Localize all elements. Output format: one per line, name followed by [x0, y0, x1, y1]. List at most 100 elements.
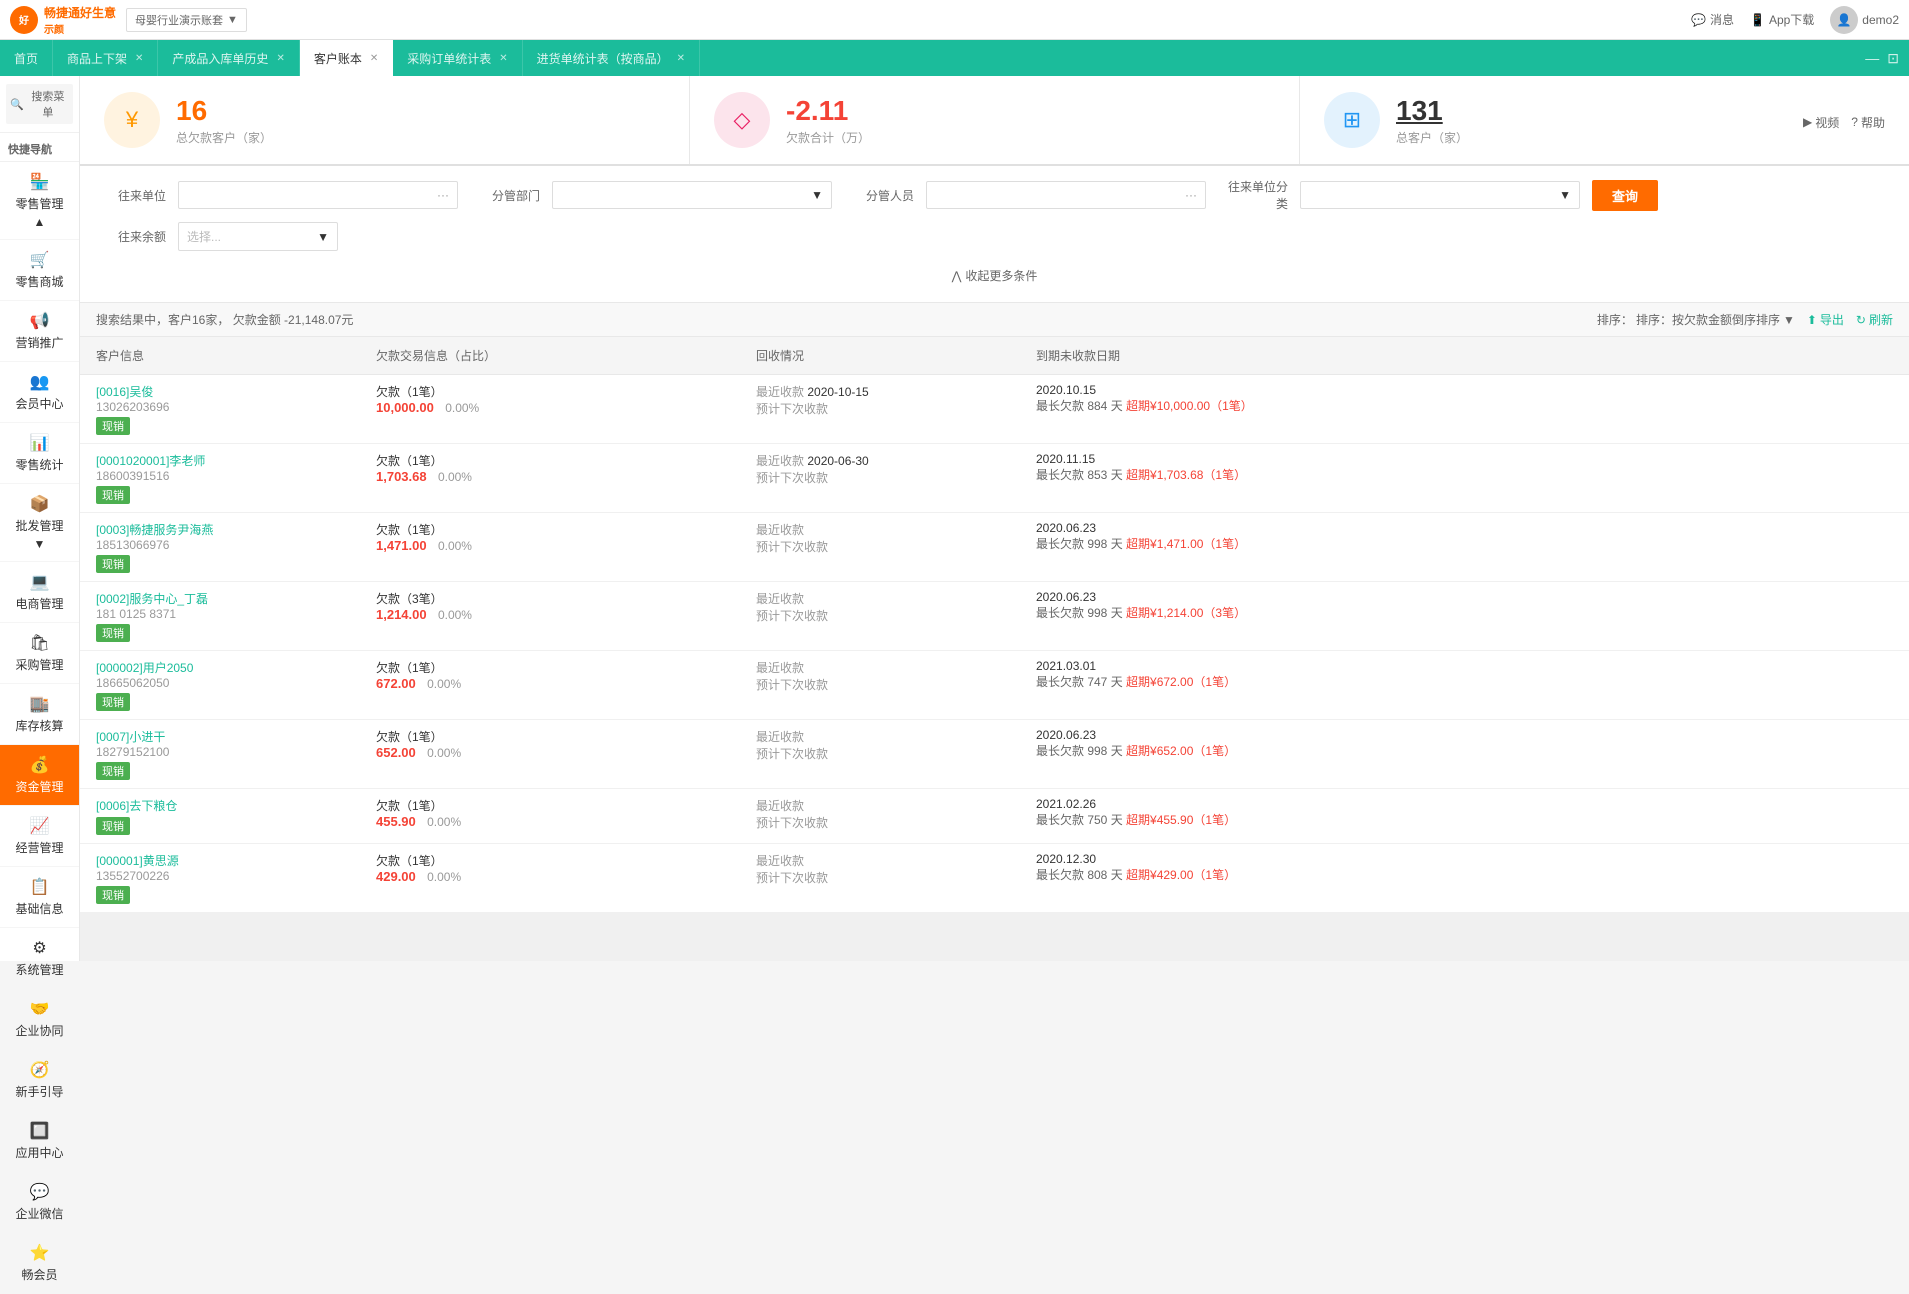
sidebar-item-retail-mall[interactable]: 🛒 零售商城: [0, 240, 79, 301]
sidebar-item-capital[interactable]: 💰 资金管理: [0, 745, 79, 806]
customer-code[interactable]: [0016]吴俊: [96, 383, 344, 400]
debt-amount[interactable]: 1,471.00: [376, 538, 427, 553]
tab-minimize-icon[interactable]: —: [1865, 50, 1879, 66]
debt-amount[interactable]: 10,000.00: [376, 400, 434, 415]
filter-row-2: 往来余额 选择... ▼: [96, 222, 1893, 251]
refresh-btn[interactable]: ↻ 刷新: [1856, 311, 1893, 328]
account-selector[interactable]: 母婴行业演示账套 ▼: [126, 8, 247, 32]
sidebar-item-basic-info[interactable]: 📋 基础信息: [0, 867, 79, 928]
export-btn[interactable]: ⬆ 导出: [1807, 311, 1844, 328]
search-button[interactable]: 查询: [1592, 180, 1658, 211]
overdue-amount[interactable]: 超期¥1,703.68（1笔）: [1126, 468, 1246, 482]
overdue-amount[interactable]: 超期¥1,471.00（1笔）: [1126, 537, 1246, 551]
supplier-input[interactable]: ···: [178, 181, 458, 209]
customer-code[interactable]: [0007]小进干: [96, 728, 344, 745]
tab-close-purchase[interactable]: ✕: [499, 53, 507, 64]
system-icon: ⚙: [32, 938, 46, 958]
due-date: 2020.12.30: [1036, 852, 1893, 866]
debt-amount[interactable]: 1,703.68: [376, 469, 427, 484]
debt-amount[interactable]: 652.00: [376, 745, 416, 760]
help-btn[interactable]: ? 帮助: [1851, 114, 1885, 131]
tab-production-history[interactable]: 产成品入库单历史 ✕: [158, 40, 299, 76]
customer-tag: 现销: [96, 486, 130, 504]
capital-icon: 💰: [30, 755, 50, 775]
debt-count: 欠款（1笔）: [376, 521, 724, 538]
sidebar-item-app-center[interactable]: 🔲 应用中心: [0, 1111, 79, 1172]
debt-amount-label: 欠款合计（万）: [786, 129, 870, 146]
recovery-cell: 最近收款 预计下次收款: [740, 844, 1020, 913]
due-date: 2020.06.23: [1036, 521, 1893, 535]
sidebar-item-system[interactable]: ⚙ 系统管理: [0, 928, 79, 989]
sidebar-item-vip[interactable]: ⭐ 畅会员: [0, 1233, 79, 1294]
sidebar-item-collab[interactable]: 🤝 企业协同: [0, 989, 79, 1050]
sidebar-item-retail-mgmt[interactable]: 🏪 零售管理 ▲: [0, 162, 79, 240]
due-date-cell: 2021.02.26 最长欠款 750 天 超期¥455.90（1笔）: [1020, 789, 1909, 844]
tab-close-production[interactable]: ✕: [276, 53, 284, 64]
sidebar-item-corp-wechat[interactable]: 💬 企业微信: [0, 1172, 79, 1233]
debt-amount[interactable]: 429.00: [376, 869, 416, 884]
due-date-cell: 2020.06.23 最长欠款 998 天 超期¥652.00（1笔）: [1020, 720, 1909, 789]
overdue-amount[interactable]: 超期¥672.00（1笔）: [1126, 675, 1236, 689]
customer-code[interactable]: [0003]畅捷服务尹海燕: [96, 521, 344, 538]
sort-selector[interactable]: 排序： 排序：按欠款金额倒序排序 ▼: [1597, 311, 1795, 328]
sidebar-item-marketing[interactable]: 📢 营销推广: [0, 301, 79, 362]
overdue-amount[interactable]: 超期¥429.00（1笔）: [1126, 868, 1236, 882]
tab-customer-account[interactable]: 客户账本 ✕: [300, 40, 393, 76]
video-btn[interactable]: ▶ 视频: [1803, 114, 1839, 131]
overdue-amount[interactable]: 超期¥10,000.00（1笔）: [1126, 399, 1253, 413]
tab-import-stats[interactable]: 进货单统计表（按商品） ✕: [523, 40, 700, 76]
customer-info-cell: [0003]畅捷服务尹海燕 18513066976 现销: [80, 513, 360, 582]
tab-products-off[interactable]: 商品上下架 ✕: [53, 40, 158, 76]
table-row: [000001]黄思源 13552700226 现销 欠款（1笔） 429.00…: [80, 844, 1909, 913]
sidebar-item-inventory[interactable]: 🏬 库存核算: [0, 684, 79, 745]
tab-close-import[interactable]: ✕: [677, 53, 685, 64]
customer-code[interactable]: [0001020001]李老师: [96, 452, 344, 469]
due-date: 2021.02.26: [1036, 797, 1893, 811]
overdue-amount[interactable]: 超期¥652.00（1笔）: [1126, 744, 1236, 758]
debt-percent: 0.00%: [427, 815, 461, 829]
customer-tag: 现销: [96, 417, 130, 435]
sidebar-item-purchase[interactable]: 🛍 采购管理: [0, 623, 79, 684]
sidebar-item-batch-mgmt[interactable]: 📦 批发管理 ▼: [0, 484, 79, 562]
manager-input[interactable]: ···: [926, 181, 1206, 209]
customer-code[interactable]: [0006]去下粮仓: [96, 797, 344, 814]
sidebar-item-guide[interactable]: 🧭 新手引导: [0, 1050, 79, 1111]
overdue-days: 最长欠款 998 天: [1036, 744, 1126, 758]
next-recovery: 预计下次收款: [756, 745, 1004, 762]
retail-mall-icon: 🛒: [30, 250, 50, 270]
logo-area: 好 畅捷通好生意 示颜: [10, 4, 116, 36]
customer-code[interactable]: [000001]黄思源: [96, 852, 344, 869]
debt-amount[interactable]: 455.90: [376, 814, 416, 829]
collapse-btn[interactable]: ⋀ 收起更多条件: [952, 267, 1038, 284]
tab-purchase-stats[interactable]: 采购订单统计表 ✕: [393, 40, 522, 76]
debt-percent: 0.00%: [438, 539, 472, 553]
app-download-btn[interactable]: 📱 App下载: [1750, 11, 1814, 28]
sidebar-item-retail-stats[interactable]: 📊 零售统计: [0, 423, 79, 484]
tab-maximize-icon[interactable]: ⊡: [1887, 50, 1899, 67]
latest-recovery: 最近收款: [756, 797, 1004, 814]
supplier-type-select[interactable]: ▼: [1300, 181, 1580, 209]
overdue-info: 最长欠款 750 天 超期¥455.90（1笔）: [1036, 811, 1893, 828]
sidebar-item-ecommerce[interactable]: 💻 电商管理: [0, 562, 79, 623]
due-date: 2020.06.23: [1036, 728, 1893, 742]
overdue-amount[interactable]: 超期¥455.90（1笔）: [1126, 813, 1236, 827]
user-avatar[interactable]: 👤 demo2: [1830, 6, 1899, 34]
department-select[interactable]: ▼: [552, 181, 832, 209]
overdue-amount[interactable]: 超期¥1,214.00（3笔）: [1126, 606, 1246, 620]
tab-close-customer[interactable]: ✕: [370, 53, 378, 64]
due-date: 2020.10.15: [1036, 383, 1893, 397]
tab-home[interactable]: 首页: [0, 40, 53, 76]
customer-code[interactable]: [0002]服务中心_丁磊: [96, 590, 344, 607]
debt-amount[interactable]: 1,214.00: [376, 607, 427, 622]
sidebar-item-member[interactable]: 👥 会员中心: [0, 362, 79, 423]
balance-select[interactable]: 选择... ▼: [178, 222, 338, 251]
debt-amount[interactable]: 672.00: [376, 676, 416, 691]
debt-percent: 0.00%: [445, 401, 479, 415]
search-menu-btn[interactable]: 🔍 搜索菜单: [6, 84, 73, 124]
batch-mgmt-icon: 📦: [30, 494, 50, 514]
tab-close-products[interactable]: ✕: [135, 53, 143, 64]
debt-info-cell: 欠款（1笔） 1,703.68 0.00%: [360, 444, 740, 513]
message-btn[interactable]: 💬 消息: [1691, 11, 1734, 28]
sidebar-item-operations[interactable]: 📈 经营管理: [0, 806, 79, 867]
customer-code[interactable]: [000002]用户2050: [96, 659, 344, 676]
